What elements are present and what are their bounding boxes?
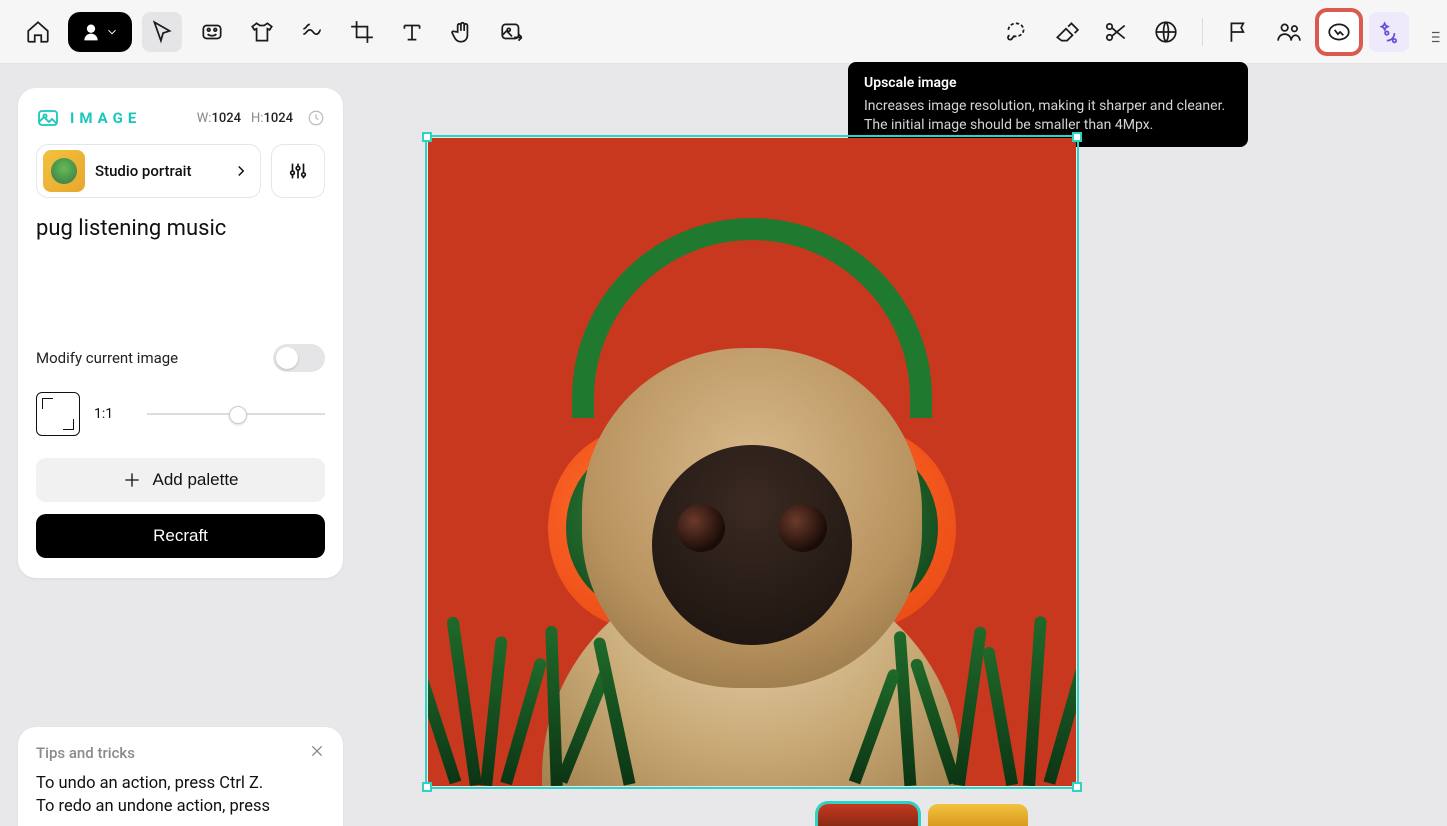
tips-card: Tips and tricks To undo an action, press… bbox=[18, 727, 343, 826]
selection-handle-br[interactable] bbox=[1072, 782, 1082, 792]
crop-icon bbox=[349, 19, 375, 45]
recraft-button[interactable]: Recraft bbox=[36, 514, 325, 558]
vectorize-tool-button[interactable] bbox=[1369, 12, 1409, 52]
image-up-icon bbox=[499, 19, 525, 45]
image-panel-icon bbox=[36, 106, 60, 130]
illustration-face bbox=[652, 445, 852, 645]
variation-thumbnail-2[interactable] bbox=[928, 804, 1028, 826]
layer-tool-button[interactable] bbox=[242, 12, 282, 52]
chevron-down-icon bbox=[105, 25, 119, 39]
style-preset-button[interactable]: Studio portrait bbox=[36, 144, 261, 198]
advanced-settings-button[interactable] bbox=[271, 144, 325, 198]
selection-handle-tr[interactable] bbox=[1072, 132, 1082, 142]
sliders-icon bbox=[287, 160, 309, 182]
chevron-right-icon bbox=[232, 162, 250, 180]
cut-tool-button[interactable] bbox=[1096, 12, 1136, 52]
variation-thumbnails bbox=[818, 804, 1028, 826]
people-tool-button[interactable] bbox=[1269, 12, 1309, 52]
frame-icon bbox=[199, 19, 225, 45]
erase-tool-button[interactable] bbox=[1046, 12, 1086, 52]
aspect-ratio-slider[interactable] bbox=[147, 413, 325, 415]
text-tool-button[interactable] bbox=[392, 12, 432, 52]
aspect-ratio-label: 1:1 bbox=[94, 406, 113, 422]
tooltip-title: Upscale image bbox=[864, 74, 1232, 93]
w-value[interactable]: 1024 bbox=[211, 111, 241, 126]
recraft-label: Recraft bbox=[153, 526, 208, 545]
style-name: Studio portrait bbox=[95, 162, 191, 180]
brand-menu-button[interactable] bbox=[68, 12, 132, 52]
swirl-icon bbox=[299, 19, 325, 45]
h-label: H: bbox=[251, 111, 263, 126]
variation-thumbnail-1[interactable] bbox=[818, 804, 918, 826]
flag-tool-button[interactable] bbox=[1219, 12, 1259, 52]
dimensions: W:1024 H:1024 bbox=[197, 109, 325, 127]
prompt-text[interactable]: pug listening music bbox=[36, 216, 325, 336]
variation-tool-button[interactable] bbox=[1146, 12, 1186, 52]
upscale-icon bbox=[1326, 19, 1352, 45]
selection-handle-bl[interactable] bbox=[422, 782, 432, 792]
globe-icon bbox=[1153, 19, 1179, 45]
panel-title: IMAGE bbox=[70, 109, 187, 127]
sparkle-vector-icon bbox=[1376, 19, 1402, 45]
upscale-tool-button[interactable] bbox=[1319, 12, 1359, 52]
scissors-icon bbox=[1103, 19, 1129, 45]
upscale-tooltip: Upscale image Increases image resolution… bbox=[848, 62, 1248, 147]
illustration-eye-right bbox=[779, 504, 827, 552]
home-icon bbox=[25, 19, 51, 45]
modify-toggle[interactable] bbox=[273, 344, 325, 372]
cursor-tool-button[interactable] bbox=[142, 12, 182, 52]
palette-label: Add palette bbox=[152, 470, 238, 490]
brand-icon bbox=[81, 22, 101, 42]
tips-title: Tips and tricks bbox=[36, 744, 135, 762]
tooltip-body: Increases image resolution, making it sh… bbox=[864, 97, 1232, 135]
overflow-icon[interactable] bbox=[1429, 24, 1447, 50]
shapes-tool-button[interactable] bbox=[292, 12, 332, 52]
h-value[interactable]: 1024 bbox=[263, 111, 293, 126]
lasso-icon bbox=[1003, 19, 1029, 45]
w-label: W: bbox=[197, 111, 212, 126]
illustration-grass-right bbox=[826, 616, 1076, 786]
aspect-ratio-button[interactable] bbox=[36, 392, 80, 436]
people-icon bbox=[1276, 19, 1302, 45]
top-toolbar bbox=[0, 0, 1447, 64]
close-icon bbox=[309, 743, 325, 759]
shirt-icon bbox=[249, 19, 275, 45]
eraser-icon bbox=[1053, 19, 1079, 45]
add-palette-button[interactable]: Add palette bbox=[36, 458, 325, 502]
tips-body: To undo an action, press Ctrl Z. To redo… bbox=[36, 773, 325, 818]
warp-tool-button[interactable] bbox=[492, 12, 532, 52]
text-icon bbox=[399, 19, 425, 45]
plus-icon bbox=[122, 470, 142, 490]
home-button[interactable] bbox=[18, 12, 58, 52]
tips-close-button[interactable] bbox=[309, 743, 325, 763]
frame-tool-button[interactable] bbox=[192, 12, 232, 52]
tips-line-1: To undo an action, press Ctrl Z. bbox=[36, 773, 325, 795]
selection-handle-tl[interactable] bbox=[422, 132, 432, 142]
flag-icon bbox=[1226, 19, 1252, 45]
hand-icon bbox=[449, 19, 475, 45]
history-icon[interactable] bbox=[307, 109, 325, 127]
modify-label: Modify current image bbox=[36, 349, 178, 367]
cursor-icon bbox=[149, 19, 175, 45]
illustration-grass-left bbox=[428, 616, 678, 786]
hand-tool-button[interactable] bbox=[442, 12, 482, 52]
tips-line-2: To redo an undone action, press bbox=[36, 796, 325, 818]
image-panel: IMAGE W:1024 H:1024 Studio portrait pug … bbox=[18, 88, 343, 578]
lasso-tool-button[interactable] bbox=[996, 12, 1036, 52]
style-thumbnail bbox=[43, 150, 85, 192]
canvas-selection[interactable] bbox=[428, 138, 1076, 786]
toolbar-divider bbox=[1202, 18, 1203, 46]
crop-tool-button[interactable] bbox=[342, 12, 382, 52]
generated-image[interactable] bbox=[428, 138, 1076, 786]
